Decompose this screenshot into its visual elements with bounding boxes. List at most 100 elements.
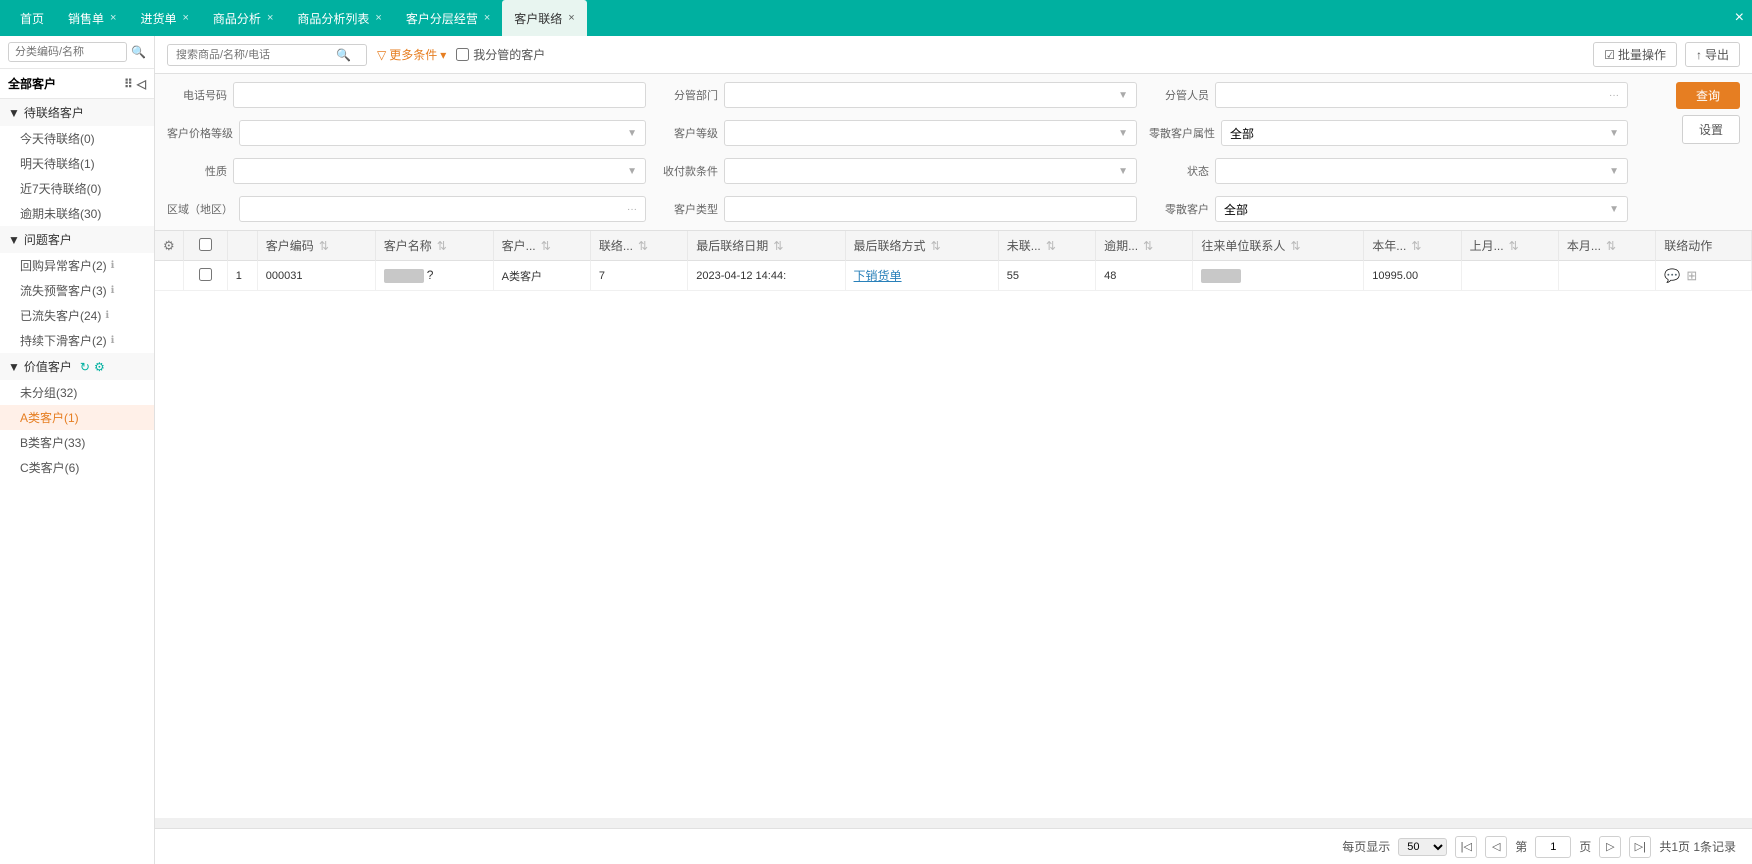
close-product-analysis-tab[interactable]: ×	[267, 12, 273, 24]
page-input[interactable]	[1535, 836, 1571, 858]
td-code: 000031	[257, 261, 375, 291]
sidebar-search-input[interactable]	[8, 42, 127, 62]
app-close-button[interactable]: ×	[1735, 9, 1744, 27]
row-checkbox[interactable]	[199, 268, 212, 281]
name-blurred	[384, 269, 424, 283]
value-settings-icon[interactable]: ⚙	[94, 360, 105, 374]
sidebar-item-week[interactable]: 近7天待联络(0)	[0, 176, 154, 201]
value-refresh-icon[interactable]: ↻	[80, 360, 90, 374]
close-customer-segment-tab[interactable]: ×	[484, 12, 490, 24]
sidebar-search-icon[interactable]: 🔍	[131, 45, 146, 59]
th-last-method[interactable]: 最后联络方式 ⇅	[845, 231, 998, 261]
close-customer-contact-tab[interactable]: ×	[568, 12, 574, 24]
last-method-link[interactable]: 下销货单	[854, 269, 902, 283]
person-input[interactable]: ···	[1215, 82, 1628, 108]
close-purchase-tab[interactable]: ×	[182, 12, 188, 24]
th-contacts[interactable]: 往来单位联系人 ⇅	[1193, 231, 1364, 261]
filter-search-icon[interactable]: 🔍	[336, 48, 351, 62]
my-customers-checkbox-label[interactable]: 我分管的客户	[456, 46, 545, 63]
price-grade-select[interactable]: ▼	[239, 120, 646, 146]
customer-grade-select[interactable]: ▼	[724, 120, 1137, 146]
sidebar-item-tomorrow[interactable]: 明天待联络(1)	[0, 151, 154, 176]
sidebar-item-a-class[interactable]: A类客户(1)	[0, 405, 154, 430]
dept-select[interactable]: ▼	[724, 82, 1137, 108]
sidebar-section-value[interactable]: ▼ 价值客户 ↻ ⚙	[0, 353, 154, 380]
th-last-date[interactable]: 最后联络日期 ⇅	[688, 231, 845, 261]
sidebar-collapse-icon[interactable]: ◁	[137, 77, 146, 91]
th-overdue[interactable]: 逾期... ⇅	[1096, 231, 1193, 261]
nav-tab-sales[interactable]: 销售单 ×	[56, 0, 128, 36]
next-page-button[interactable]: ▷	[1599, 836, 1621, 858]
th-this-year[interactable]: 本年... ⇅	[1364, 231, 1461, 261]
payment-select[interactable]: ▼	[724, 158, 1137, 184]
region-input[interactable]: ···	[239, 196, 646, 222]
filter-row-3: 性质 ▼ 收付款条件 ▼	[167, 158, 1628, 184]
declining-info-icon: ℹ	[111, 335, 115, 346]
nav-tab-product-analysis[interactable]: 商品分析 ×	[201, 0, 285, 36]
td-gear	[155, 261, 183, 291]
nav-tab-customer-contact[interactable]: 客户联络 ×	[502, 0, 586, 36]
grid-action-icon[interactable]: ⊞	[1686, 268, 1697, 284]
sidebar-item-declining[interactable]: 持续下滑客户(2) ℹ	[0, 328, 154, 353]
table-checkbox-header[interactable]	[183, 231, 227, 261]
nav-tab-customer-segment[interactable]: 客户分层经营 ×	[394, 0, 502, 36]
last-page-button[interactable]: ▷|	[1629, 836, 1651, 858]
last-month-sort-icon: ⇅	[1509, 239, 1519, 253]
first-page-button[interactable]: |◁	[1455, 836, 1477, 858]
select-all-checkbox[interactable]	[199, 238, 212, 251]
settings-button[interactable]: 设置	[1682, 115, 1740, 144]
batch-op-button[interactable]: ☑ 批量操作	[1593, 42, 1677, 67]
td-last-method[interactable]: 下销货单	[845, 261, 998, 291]
td-category: A类客户	[493, 261, 590, 291]
horizontal-scrollbar[interactable]	[155, 818, 1752, 828]
sidebar-item-c-class[interactable]: C类客户(6)	[0, 455, 154, 480]
sidebar-item-b-class[interactable]: B类客户(33)	[0, 430, 154, 455]
filter-retail-customer: 零散客户 全部 ▼	[1149, 196, 1628, 222]
scroll-inner	[155, 818, 1355, 819]
customer-type-input[interactable]	[724, 196, 1137, 222]
nav-tab-purchase[interactable]: 进货单 ×	[128, 0, 200, 36]
chat-action-icon[interactable]: 💬	[1664, 268, 1680, 284]
sidebar-item-overdue[interactable]: 逾期未联络(30)	[0, 201, 154, 226]
td-checkbox[interactable]	[183, 261, 227, 291]
more-filters-button[interactable]: ▽ 更多条件 ▾	[377, 46, 446, 63]
th-contact[interactable]: 联络... ⇅	[590, 231, 687, 261]
filter-row-2: 客户价格等级 ▼ 客户等级 ▼	[167, 120, 1628, 146]
sidebar-item-unclassified[interactable]: 未分组(32)	[0, 380, 154, 405]
th-no-contact[interactable]: 未联... ⇅	[998, 231, 1095, 261]
th-this-month[interactable]: 本月... ⇅	[1558, 231, 1655, 261]
nav-tab-home[interactable]: 首页	[8, 0, 56, 36]
sidebar-section-pending[interactable]: ▼ 待联络客户	[0, 99, 154, 126]
content-area: 🔍 ▽ 更多条件 ▾ 我分管的客户 ☑ 批量操作 ↑ 导出	[155, 36, 1752, 864]
sidebar-item-lost-risk[interactable]: 流失预警客户(3) ℹ	[0, 278, 154, 303]
filter-search-input[interactable]	[176, 49, 336, 61]
sidebar-item-today[interactable]: 今天待联络(0)	[0, 126, 154, 151]
sidebar-item-lost[interactable]: 已流失客户(24) ℹ	[0, 303, 154, 328]
th-category[interactable]: 客户... ⇅	[493, 231, 590, 261]
export-button[interactable]: ↑ 导出	[1685, 42, 1740, 67]
close-product-list-tab[interactable]: ×	[375, 12, 381, 24]
retail-customer-select[interactable]: 全部 ▼	[1215, 196, 1628, 222]
nature-select[interactable]: ▼	[233, 158, 646, 184]
filter-search-box: 🔍	[167, 44, 367, 66]
sidebar-section-problem[interactable]: ▼ 问题客户	[0, 226, 154, 253]
status-select[interactable]: ▼	[1215, 158, 1628, 184]
filter-nature: 性质 ▼	[167, 158, 646, 184]
problem-section-label: 问题客户	[24, 231, 72, 248]
close-sales-tab[interactable]: ×	[110, 12, 116, 24]
th-last-month[interactable]: 上月... ⇅	[1461, 231, 1558, 261]
sidebar-item-repeat[interactable]: 回购异常客户(2) ℹ	[0, 253, 154, 278]
sidebar-all-customers-header[interactable]: 全部客户 ⠿ ◁	[0, 69, 154, 99]
per-page-select[interactable]: 50 10 20 100	[1398, 838, 1447, 856]
table-gear-header[interactable]: ⚙	[155, 231, 183, 261]
per-page-label: 每页显示	[1342, 838, 1390, 855]
prev-page-button[interactable]: ◁	[1485, 836, 1507, 858]
my-customers-checkbox[interactable]	[456, 48, 469, 61]
phone-input[interactable]	[233, 82, 646, 108]
nav-tab-product-list[interactable]: 商品分析列表 ×	[285, 0, 393, 36]
query-button[interactable]: 查询	[1676, 82, 1740, 109]
th-name[interactable]: 客户名称 ⇅	[375, 231, 493, 261]
retail-attr-select[interactable]: 全部 ▼	[1221, 120, 1628, 146]
th-code[interactable]: 客户编码 ⇅	[257, 231, 375, 261]
filter-row-4: 区域（地区） ··· 客户类型	[167, 196, 1628, 222]
